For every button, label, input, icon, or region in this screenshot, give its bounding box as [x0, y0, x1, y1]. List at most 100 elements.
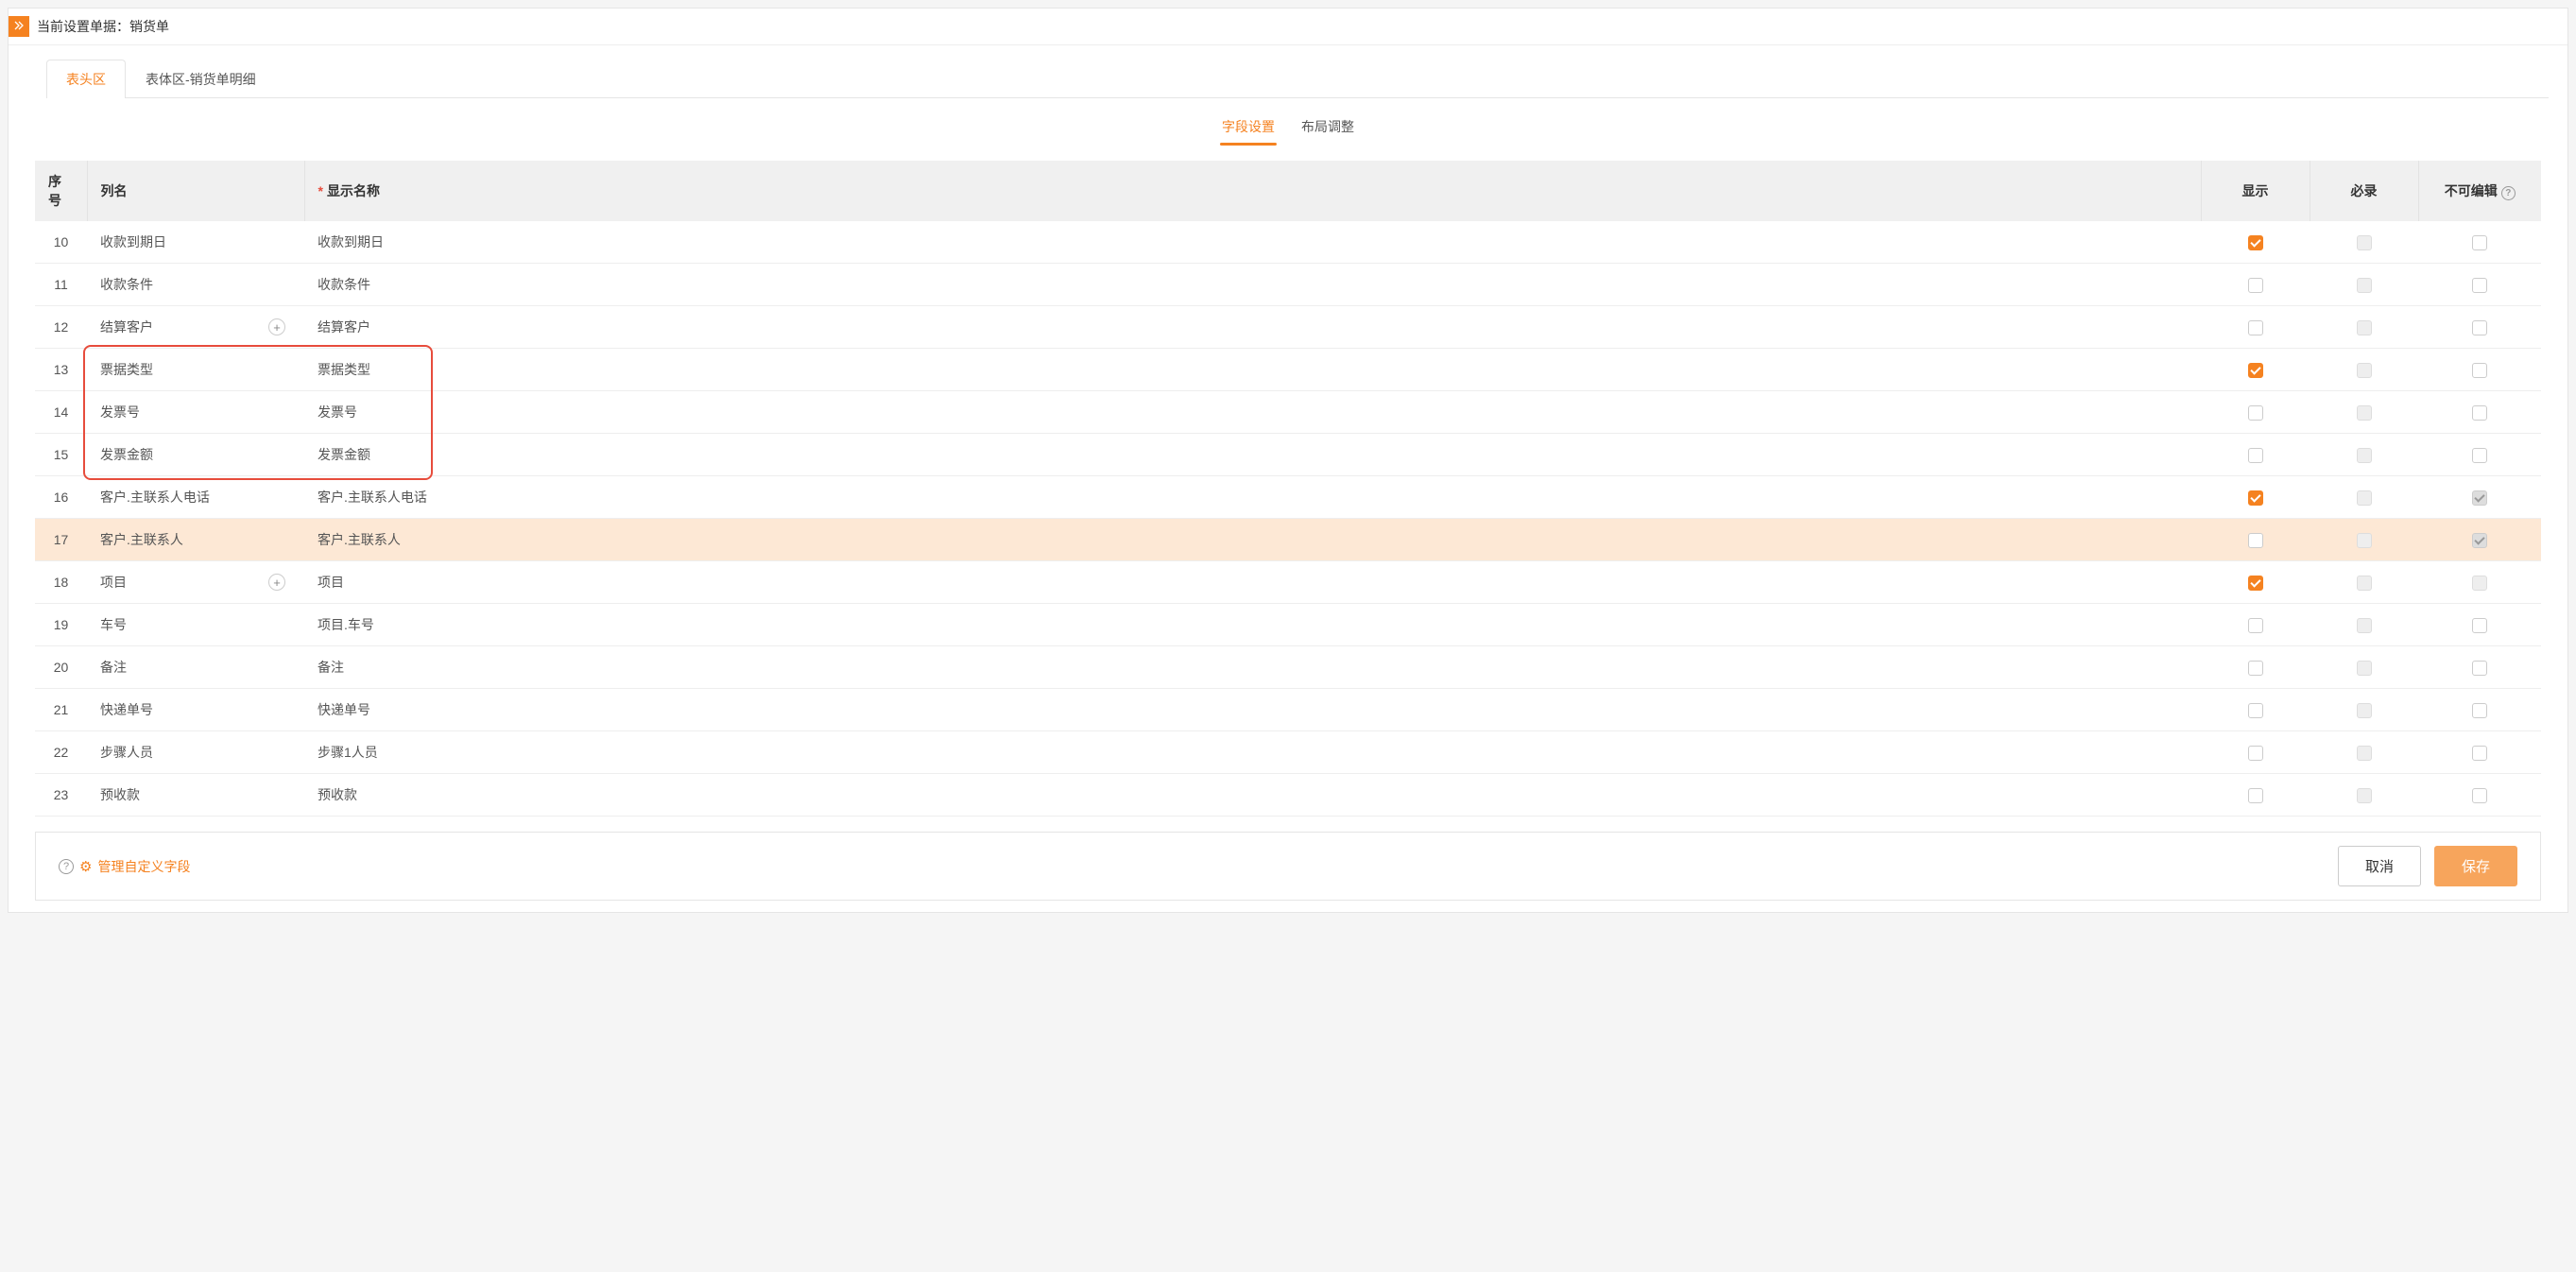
checkbox-required	[2357, 788, 2372, 803]
checkbox-readonly[interactable]	[2472, 448, 2487, 463]
manage-custom-fields-link[interactable]: 管理自定义字段	[97, 857, 190, 876]
checkbox-required	[2357, 405, 2372, 421]
cell-readonly	[2418, 221, 2541, 264]
checkbox-show[interactable]	[2248, 576, 2263, 591]
row-display-name[interactable]: 发票金额	[304, 434, 2201, 476]
checkbox-readonly[interactable]	[2472, 703, 2487, 718]
checkbox-show[interactable]	[2248, 448, 2263, 463]
checkbox-show[interactable]	[2248, 490, 2263, 506]
row-display-name[interactable]: 步骤1人员	[304, 731, 2201, 774]
checkbox-show[interactable]	[2248, 788, 2263, 803]
checkbox-show[interactable]	[2248, 661, 2263, 676]
checkbox-readonly[interactable]	[2472, 320, 2487, 335]
row-seq: 21	[35, 689, 87, 731]
plus-icon[interactable]: +	[268, 574, 285, 591]
checkbox-show[interactable]	[2248, 746, 2263, 761]
plus-icon[interactable]: +	[268, 318, 285, 335]
row-name: 结算客户	[100, 318, 153, 336]
checkbox-required	[2357, 746, 2372, 761]
checkbox-readonly[interactable]	[2472, 363, 2487, 378]
row-seq: 23	[35, 774, 87, 816]
cell-required	[2310, 774, 2418, 816]
row-name: 步骤人员	[100, 743, 153, 762]
cell-show	[2201, 646, 2310, 689]
cancel-button[interactable]: 取消	[2338, 846, 2421, 886]
table-row[interactable]: 18项目+项目	[35, 561, 2541, 604]
checkbox-show[interactable]	[2248, 618, 2263, 633]
row-display-name[interactable]: 快递单号	[304, 689, 2201, 731]
table-row[interactable]: 15发票金额发票金额	[35, 434, 2541, 476]
cell-required	[2310, 391, 2418, 434]
tab-secondary-0[interactable]: 字段设置	[1220, 112, 1277, 146]
table-row[interactable]: 17客户.主联系人客户.主联系人	[35, 519, 2541, 561]
row-display-name[interactable]: 项目	[304, 561, 2201, 604]
table-row[interactable]: 13票据类型票据类型	[35, 349, 2541, 391]
table-row[interactable]: 19车号项目.车号	[35, 604, 2541, 646]
row-display-name[interactable]: 预收款	[304, 774, 2201, 816]
row-name-cell: 收款到期日	[87, 221, 304, 264]
row-name: 车号	[100, 615, 127, 634]
tab-primary-1[interactable]: 表体区-销货单明细	[126, 60, 276, 98]
checkbox-required	[2357, 661, 2372, 676]
row-display-name[interactable]: 结算客户	[304, 306, 2201, 349]
checkbox-show[interactable]	[2248, 533, 2263, 548]
table-row[interactable]: 14发票号发票号	[35, 391, 2541, 434]
table-row[interactable]: 22步骤人员步骤1人员	[35, 731, 2541, 774]
table-row[interactable]: 10收款到期日收款到期日	[35, 221, 2541, 264]
checkbox-show[interactable]	[2248, 363, 2263, 378]
save-button[interactable]: 保存	[2434, 846, 2517, 886]
row-seq: 15	[35, 434, 87, 476]
table-row[interactable]: 21快递单号快递单号	[35, 689, 2541, 731]
row-display-name[interactable]: 客户.主联系人电话	[304, 476, 2201, 519]
row-name-cell: 客户.主联系人电话	[87, 476, 304, 519]
checkbox-show[interactable]	[2248, 703, 2263, 718]
checkbox-readonly[interactable]	[2472, 235, 2487, 250]
checkbox-readonly[interactable]	[2472, 405, 2487, 421]
table-row[interactable]: 11收款条件收款条件	[35, 264, 2541, 306]
cell-readonly	[2418, 434, 2541, 476]
cell-readonly	[2418, 264, 2541, 306]
row-display-name[interactable]: 项目.车号	[304, 604, 2201, 646]
row-display-name[interactable]: 备注	[304, 646, 2201, 689]
question-icon[interactable]: ?	[59, 859, 74, 874]
cell-required	[2310, 476, 2418, 519]
row-display-name[interactable]: 收款条件	[304, 264, 2201, 306]
table-row[interactable]: 16客户.主联系人电话客户.主联系人电话	[35, 476, 2541, 519]
row-name: 收款到期日	[100, 232, 166, 251]
table-row[interactable]: 12结算客户+结算客户	[35, 306, 2541, 349]
expand-toggle[interactable]	[9, 16, 29, 37]
checkbox-readonly[interactable]	[2472, 278, 2487, 293]
cell-required	[2310, 689, 2418, 731]
checkbox-readonly[interactable]	[2472, 746, 2487, 761]
table-row[interactable]: 23预收款预收款	[35, 774, 2541, 816]
cell-required	[2310, 646, 2418, 689]
checkbox-readonly[interactable]	[2472, 788, 2487, 803]
cell-show	[2201, 434, 2310, 476]
tab-primary-0[interactable]: 表头区	[46, 60, 126, 98]
cell-readonly	[2418, 774, 2541, 816]
row-name: 客户.主联系人	[100, 530, 183, 549]
cell-show	[2201, 476, 2310, 519]
row-display-name[interactable]: 票据类型	[304, 349, 2201, 391]
cell-required	[2310, 221, 2418, 264]
checkbox-show[interactable]	[2248, 235, 2263, 250]
fields-table: 序号 列名 *显示名称 显示 必录 不可编辑? 10收款到期日收款到期日11收款…	[35, 161, 2541, 816]
cell-readonly	[2418, 646, 2541, 689]
cell-show	[2201, 519, 2310, 561]
row-display-name[interactable]: 客户.主联系人	[304, 519, 2201, 561]
cell-required	[2310, 349, 2418, 391]
checkbox-show[interactable]	[2248, 320, 2263, 335]
checkbox-readonly[interactable]	[2472, 661, 2487, 676]
help-icon[interactable]: ?	[2501, 186, 2516, 200]
row-display-name[interactable]: 发票号	[304, 391, 2201, 434]
row-display-name[interactable]: 收款到期日	[304, 221, 2201, 264]
table-row[interactable]: 20备注备注	[35, 646, 2541, 689]
row-name-cell: 收款条件	[87, 264, 304, 306]
tab-secondary-1[interactable]: 布局调整	[1299, 112, 1356, 146]
checkbox-show[interactable]	[2248, 278, 2263, 293]
cell-show	[2201, 306, 2310, 349]
row-seq: 13	[35, 349, 87, 391]
checkbox-show[interactable]	[2248, 405, 2263, 421]
cell-readonly	[2418, 349, 2541, 391]
checkbox-readonly[interactable]	[2472, 618, 2487, 633]
